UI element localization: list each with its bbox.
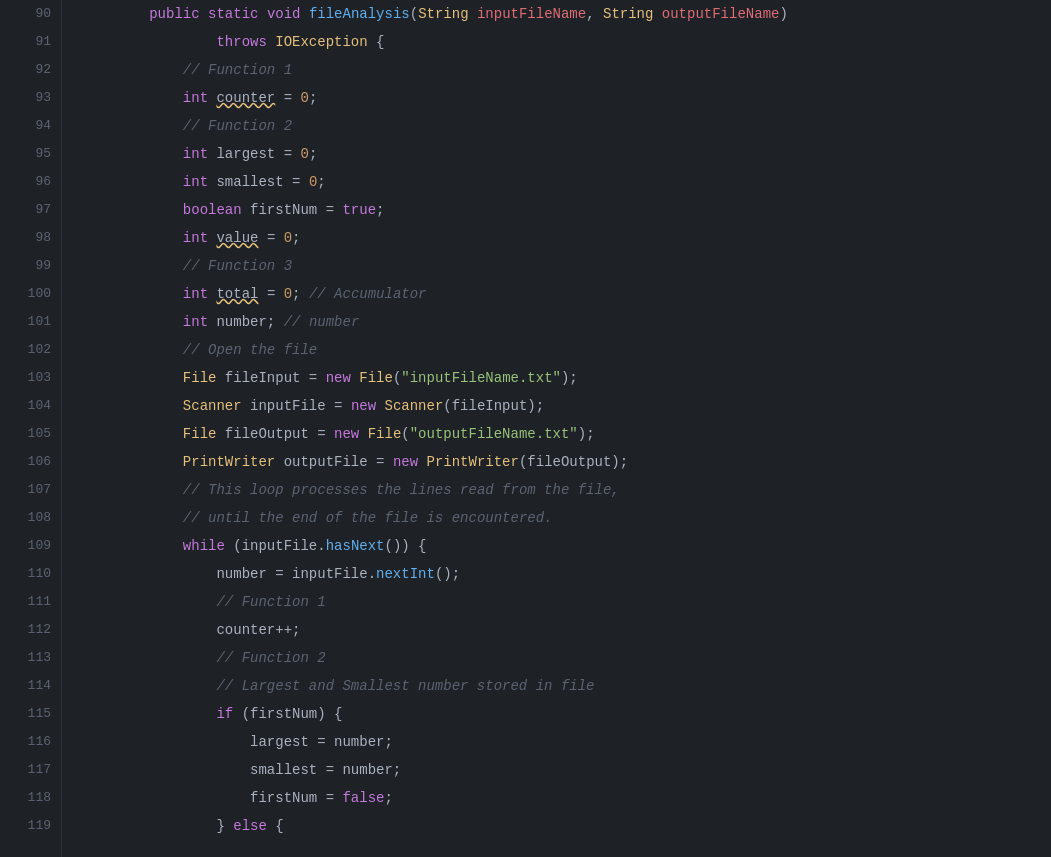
code-line-98: int value = 0; bbox=[82, 224, 1051, 252]
line-num-101: 101 bbox=[10, 308, 51, 336]
code-editor: 90 91 92 93 94 95 96 97 98 99 100 101 10… bbox=[0, 0, 1051, 857]
line-num-111: 111 bbox=[10, 588, 51, 616]
line-num-96: 96 bbox=[10, 168, 51, 196]
code-line-112: counter++; bbox=[82, 616, 1051, 644]
line-num-107: 107 bbox=[10, 476, 51, 504]
line-num-109: 109 bbox=[10, 532, 51, 560]
line-num-114: 114 bbox=[10, 672, 51, 700]
line-num-102: 102 bbox=[10, 336, 51, 364]
line-num-115: 115 bbox=[10, 700, 51, 728]
line-num-95: 95 bbox=[10, 140, 51, 168]
line-num-112: 112 bbox=[10, 616, 51, 644]
code-line-99: // Function 3 bbox=[82, 252, 1051, 280]
line-num-119: 119 bbox=[10, 812, 51, 840]
code-line-110: number = inputFile.nextInt(); bbox=[82, 560, 1051, 588]
line-num-94: 94 bbox=[10, 112, 51, 140]
code-line-113: // Function 2 bbox=[82, 644, 1051, 672]
code-line-117: smallest = number; bbox=[82, 756, 1051, 784]
line-num-105: 105 bbox=[10, 420, 51, 448]
code-content[interactable]: public static void fileAnalysis(String i… bbox=[62, 0, 1051, 857]
line-num-116: 116 bbox=[10, 728, 51, 756]
line-num-106: 106 bbox=[10, 448, 51, 476]
code-line-95: int largest = 0; bbox=[82, 140, 1051, 168]
line-num-91: 91 bbox=[10, 28, 51, 56]
code-line-100: int total = 0; // Accumulator bbox=[82, 280, 1051, 308]
code-line-94: // Function 2 bbox=[82, 112, 1051, 140]
line-num-108: 108 bbox=[10, 504, 51, 532]
code-line-115: if (firstNum) { bbox=[82, 700, 1051, 728]
code-line-92: // Function 1 bbox=[82, 56, 1051, 84]
code-line-111: // Function 1 bbox=[82, 588, 1051, 616]
line-num-98: 98 bbox=[10, 224, 51, 252]
line-num-104: 104 bbox=[10, 392, 51, 420]
code-line-118: firstNum = false; bbox=[82, 784, 1051, 812]
line-num-92: 92 bbox=[10, 56, 51, 84]
code-line-109: while (inputFile.hasNext()) { bbox=[82, 532, 1051, 560]
line-num-97: 97 bbox=[10, 196, 51, 224]
line-num-90: 90 bbox=[10, 0, 51, 28]
line-num-113: 113 bbox=[10, 644, 51, 672]
line-numbers: 90 91 92 93 94 95 96 97 98 99 100 101 10… bbox=[0, 0, 62, 857]
code-line-101: int number; // number bbox=[82, 308, 1051, 336]
code-line-106: PrintWriter outputFile = new PrintWriter… bbox=[82, 448, 1051, 476]
code-line-91: throws IOException { bbox=[82, 28, 1051, 56]
code-line-119: } else { bbox=[82, 812, 1051, 840]
code-line-105: File fileOutput = new File("outputFileNa… bbox=[82, 420, 1051, 448]
line-num-118: 118 bbox=[10, 784, 51, 812]
code-line-116: largest = number; bbox=[82, 728, 1051, 756]
line-num-99: 99 bbox=[10, 252, 51, 280]
line-num-93: 93 bbox=[10, 84, 51, 112]
code-line-97: boolean firstNum = true; bbox=[82, 196, 1051, 224]
code-line-93: int counter = 0; bbox=[82, 84, 1051, 112]
code-line-107: // This loop processes the lines read fr… bbox=[82, 476, 1051, 504]
code-line-104: Scanner inputFile = new Scanner(fileInpu… bbox=[82, 392, 1051, 420]
code-line-103: File fileInput = new File("inputFileName… bbox=[82, 364, 1051, 392]
code-line-90: public static void fileAnalysis(String i… bbox=[82, 0, 1051, 28]
line-num-110: 110 bbox=[10, 560, 51, 588]
code-line-108: // until the end of the file is encounte… bbox=[82, 504, 1051, 532]
line-num-103: 103 bbox=[10, 364, 51, 392]
line-num-117: 117 bbox=[10, 756, 51, 784]
code-line-114: // Largest and Smallest number stored in… bbox=[82, 672, 1051, 700]
line-num-100: 100 bbox=[10, 280, 51, 308]
code-line-96: int smallest = 0; bbox=[82, 168, 1051, 196]
code-line-102: // Open the file bbox=[82, 336, 1051, 364]
